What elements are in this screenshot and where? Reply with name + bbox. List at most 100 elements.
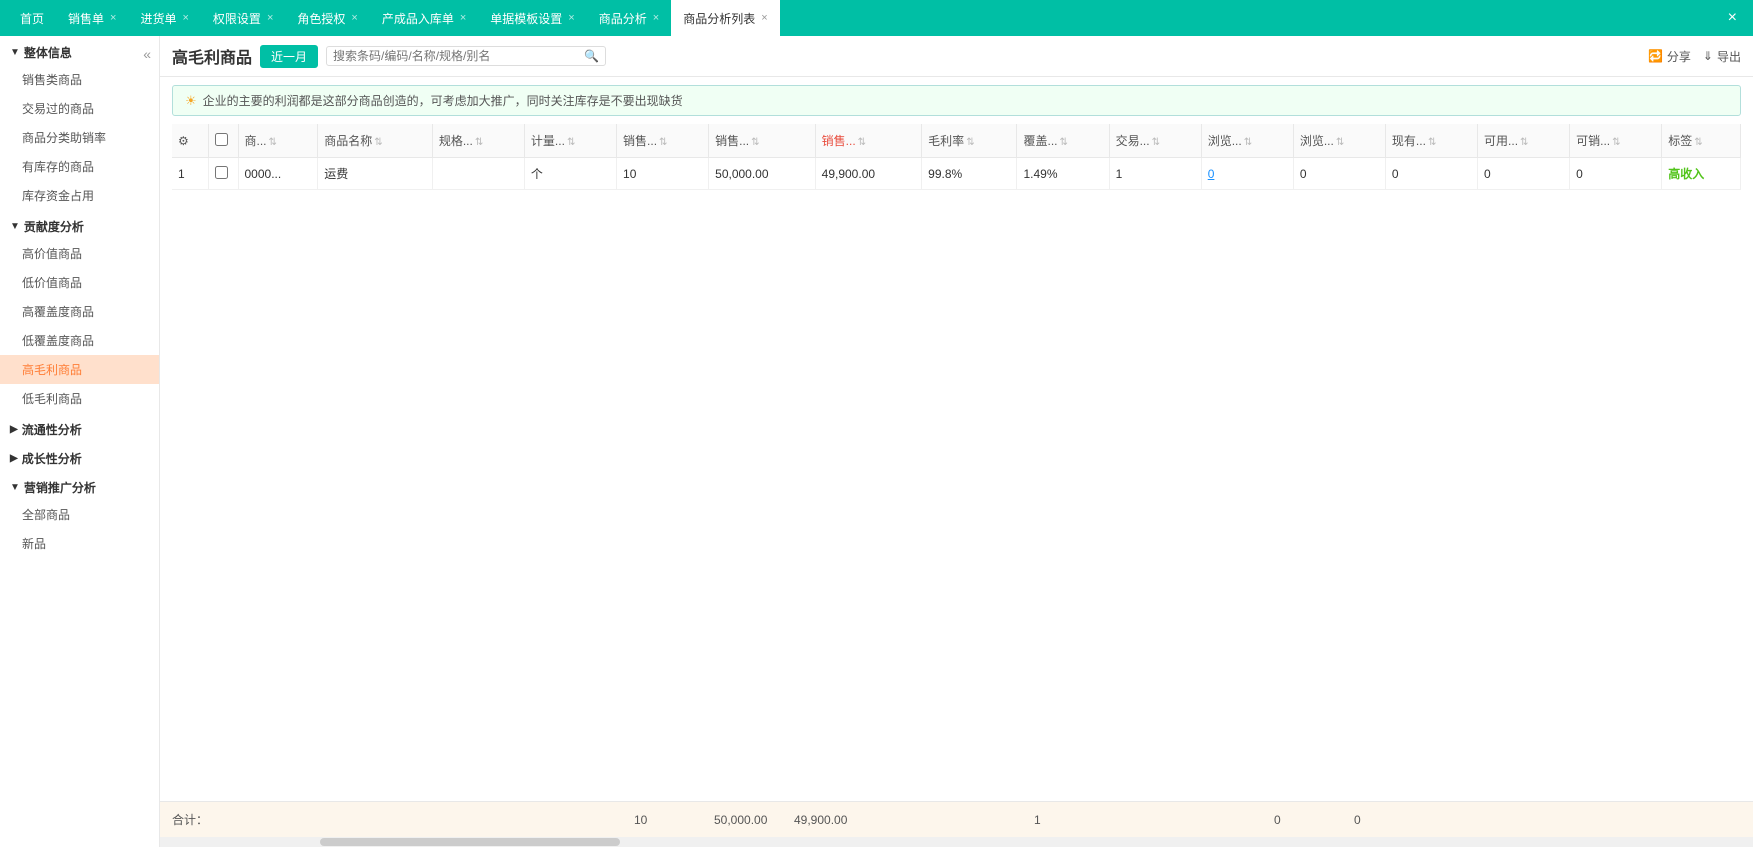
share-button[interactable]: 🔁 分享 — [1648, 48, 1691, 65]
arrow-down-icon-2: ▼ — [10, 221, 20, 232]
sidebar-item-high-coverage[interactable]: 高覆盖度商品 — [0, 297, 159, 326]
footer-total: 合计： 10 50,000.00 49,900.00 1 0 — [160, 801, 1753, 837]
sidebar-item-low-value[interactable]: 低价值商品 — [0, 268, 159, 297]
sidebar-group-marketing[interactable]: ▼ 营销推广分析 — [0, 471, 159, 500]
nav-role[interactable]: 角色授权 × — [285, 0, 369, 36]
cell-sales-profit: 49,900.00 — [815, 158, 922, 190]
cell-current-stock: 0 — [1385, 158, 1477, 190]
nav-goods-analysis-list[interactable]: 商品分析列表 × — [671, 0, 779, 36]
footer-sales-qty: 10 — [628, 813, 708, 827]
bottom-scrollbar[interactable] — [160, 837, 1753, 847]
col-available[interactable]: 可用...⇅ — [1478, 124, 1570, 158]
col-checkbox[interactable] — [208, 124, 238, 158]
close-product-warehouse-tab[interactable]: × — [460, 12, 466, 24]
col-browse1[interactable]: 浏览...⇅ — [1201, 124, 1293, 158]
col-transaction[interactable]: 交易...⇅ — [1109, 124, 1201, 158]
sidebar-item-all-goods[interactable]: 全部商品 — [0, 500, 159, 529]
col-coverage[interactable]: 覆盖...⇅ — [1017, 124, 1109, 158]
footer-sales-profit: 49,900.00 — [788, 813, 868, 827]
sidebar-item-stock-capital[interactable]: 库存资金占用 — [0, 181, 159, 210]
col-unit[interactable]: 计量...⇅ — [524, 124, 616, 158]
export-button[interactable]: ⇓ 导出 — [1703, 48, 1741, 65]
nav-template[interactable]: 单据模板设置 × — [478, 0, 586, 36]
cell-code: 0000... — [238, 158, 318, 190]
cell-unit: 个 — [524, 158, 616, 190]
col-sales-profit[interactable]: 销售...⇅ — [815, 124, 922, 158]
sidebar-item-high-margin[interactable]: 高毛利商品 — [0, 355, 159, 384]
sidebar-item-high-value[interactable]: 高价值商品 — [0, 239, 159, 268]
cell-spec — [432, 158, 524, 190]
nav-goods-analysis[interactable]: 商品分析 × — [587, 0, 671, 36]
header-actions: 🔁 分享 ⇓ 导出 — [1648, 48, 1741, 65]
sidebar-item-stocked-goods[interactable]: 有库存的商品 — [0, 152, 159, 181]
content-area: 高毛利商品 近一月 🔍 🔁 分享 ⇓ 导出 — [160, 36, 1753, 847]
col-sales-amount[interactable]: 销售...⇅ — [709, 124, 816, 158]
share-icon: 🔁 — [1648, 49, 1663, 63]
nav-sales[interactable]: 销售单 × — [56, 0, 128, 36]
select-all-checkbox[interactable] — [215, 133, 228, 146]
footer-cells: 10 50,000.00 49,900.00 1 0 0 — [232, 813, 1741, 827]
nav-purchase[interactable]: 进货单 × — [128, 0, 200, 36]
cell-sales-amount: 50,000.00 — [709, 158, 816, 190]
cell-browse2: 0 — [1293, 158, 1385, 190]
sidebar-item-low-margin[interactable]: 低毛利商品 — [0, 384, 159, 413]
footer-available: 0 — [1348, 813, 1428, 827]
close-sales-tab[interactable]: × — [110, 12, 116, 24]
search-icon[interactable]: 🔍 — [584, 49, 599, 63]
nav-product-warehouse[interactable]: 产成品入库单 × — [370, 0, 478, 36]
scrollbar-thumb[interactable] — [320, 838, 620, 846]
info-icon: ☀ — [185, 93, 197, 109]
close-template-tab[interactable]: × — [568, 12, 574, 24]
col-gross-margin[interactable]: 毛利率⇅ — [922, 124, 1017, 158]
window-close-button[interactable]: × — [1720, 9, 1745, 27]
col-code[interactable]: 商...⇅ — [238, 124, 318, 158]
nav-home[interactable]: 首页 — [8, 0, 56, 36]
close-goods-analysis-tab[interactable]: × — [653, 12, 659, 24]
data-table: ⚙ 商...⇅ 商品名称⇅ 规格...⇅ 计量...⇅ 销售...⇅ 销售...… — [172, 124, 1741, 190]
sidebar-item-low-coverage[interactable]: 低覆盖度商品 — [0, 326, 159, 355]
close-permission-tab[interactable]: × — [267, 12, 273, 24]
sidebar-item-traded-goods[interactable]: 交易过的商品 — [0, 94, 159, 123]
sidebar-item-category-rate[interactable]: 商品分类助销率 — [0, 123, 159, 152]
col-browse2[interactable]: 浏览...⇅ — [1293, 124, 1385, 158]
arrow-right-icon: ▶ — [10, 424, 18, 435]
col-sellable[interactable]: 可销...⇅ — [1570, 124, 1662, 158]
col-current-stock[interactable]: 现有...⇅ — [1385, 124, 1477, 158]
col-name[interactable]: 商品名称⇅ — [318, 124, 433, 158]
cell-index: 1 — [172, 158, 208, 190]
search-input[interactable] — [333, 49, 584, 63]
cell-transaction: 1 — [1109, 158, 1201, 190]
table-header-row: ⚙ 商...⇅ 商品名称⇅ 规格...⇅ 计量...⇅ 销售...⇅ 销售...… — [172, 124, 1741, 158]
sidebar-item-sales-goods[interactable]: 销售类商品 — [0, 65, 159, 94]
content-header: 高毛利商品 近一月 🔍 🔁 分享 ⇓ 导出 — [160, 36, 1753, 77]
footer-transaction: 1 — [1028, 813, 1108, 827]
filter-recent-month-button[interactable]: 近一月 — [260, 45, 318, 68]
export-icon: ⇓ — [1703, 49, 1713, 63]
sidebar-group-contribution[interactable]: ▼ 贡献度分析 — [0, 210, 159, 239]
footer-label: 合计： — [172, 811, 232, 828]
cell-name: 运费 — [318, 158, 433, 190]
sidebar-item-new-goods[interactable]: 新品 — [0, 529, 159, 558]
col-tag[interactable]: 标签⇅ — [1662, 124, 1741, 158]
cell-available: 0 — [1478, 158, 1570, 190]
footer-current-stock: 0 — [1268, 813, 1348, 827]
cell-sales-qty: 10 — [617, 158, 709, 190]
row-checkbox[interactable] — [215, 166, 228, 179]
sidebar-group-circulation[interactable]: ▶ 流通性分析 — [0, 413, 159, 442]
sidebar-group-general[interactable]: ▼ 整体信息 — [0, 36, 159, 65]
close-goods-analysis-list-tab[interactable]: × — [761, 12, 767, 24]
cell-checkbox[interactable] — [208, 158, 238, 190]
col-spec[interactable]: 规格...⇅ — [432, 124, 524, 158]
sidebar-collapse-button[interactable]: « — [139, 44, 155, 64]
cell-gross-margin: 99.8% — [922, 158, 1017, 190]
arrow-right-icon-2: ▶ — [10, 453, 18, 464]
cell-coverage: 1.49% — [1017, 158, 1109, 190]
close-purchase-tab[interactable]: × — [182, 12, 188, 24]
nav-permission[interactable]: 权限设置 × — [201, 0, 285, 36]
col-settings[interactable]: ⚙ — [172, 124, 208, 158]
sidebar-group-growth[interactable]: ▶ 成长性分析 — [0, 442, 159, 471]
table-wrap: ⚙ 商...⇅ 商品名称⇅ 规格...⇅ 计量...⇅ 销售...⇅ 销售...… — [172, 124, 1741, 801]
cell-browse1[interactable]: 0 — [1201, 158, 1293, 190]
col-sales-qty[interactable]: 销售...⇅ — [617, 124, 709, 158]
close-role-tab[interactable]: × — [351, 12, 357, 24]
